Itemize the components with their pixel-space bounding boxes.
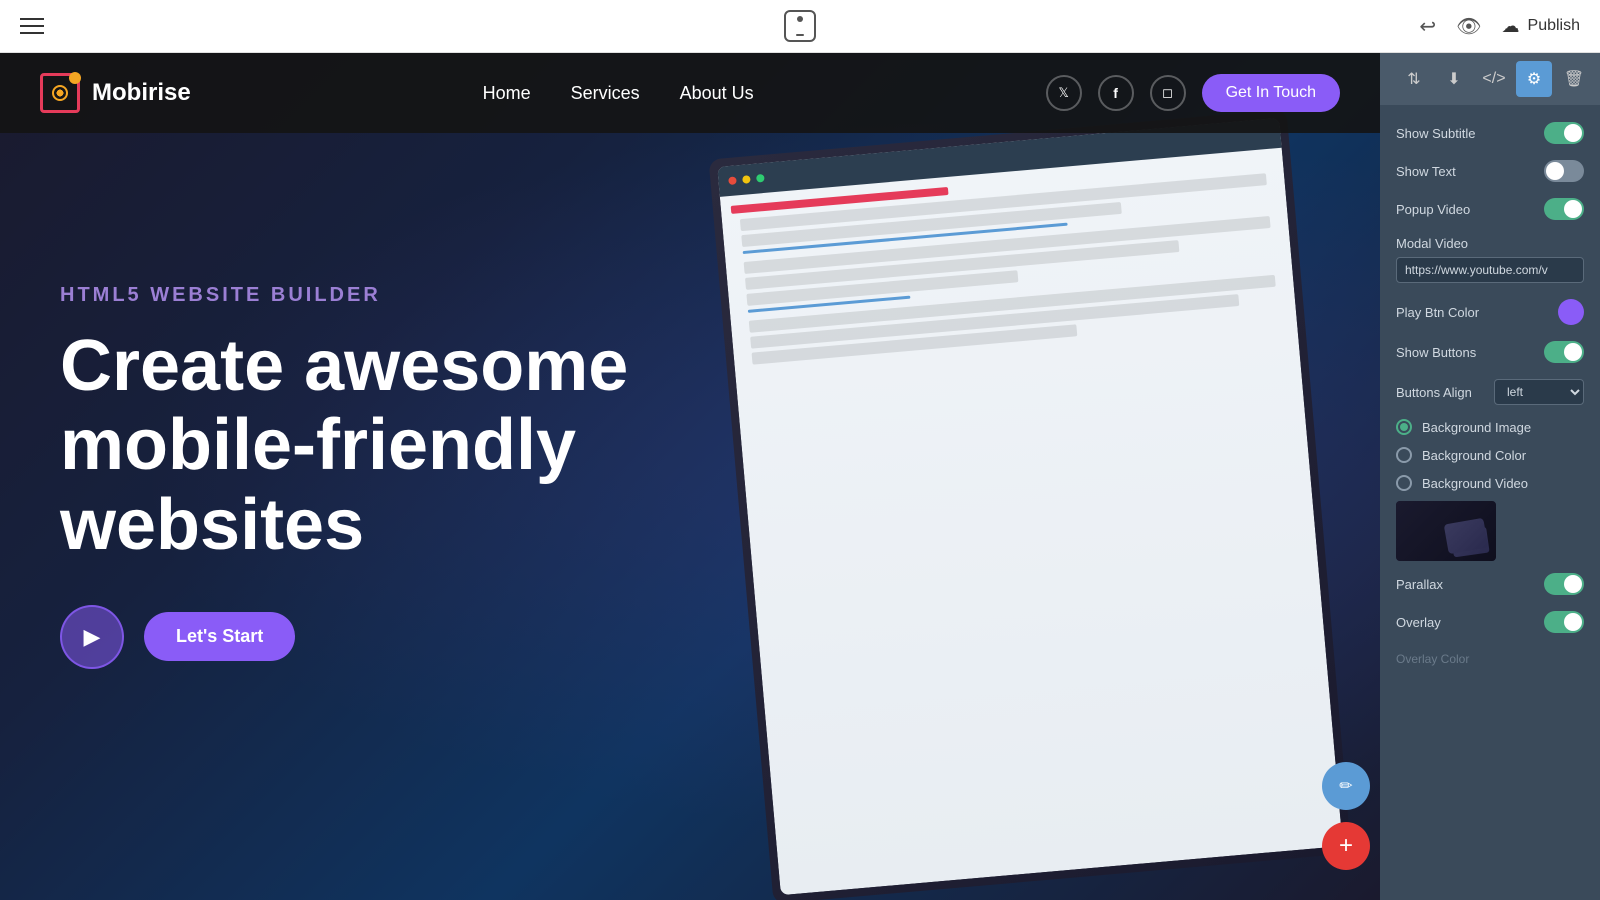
parallax-toggle[interactable] — [1544, 573, 1584, 595]
more-settings-row: Overlay Color — [1380, 641, 1600, 677]
background-color-label: Background Color — [1422, 448, 1526, 463]
modal-video-label: Modal Video — [1396, 236, 1468, 251]
top-toolbar: ↩ 👁 ☁ Publish — [0, 0, 1600, 53]
show-subtitle-row: Show Subtitle — [1380, 114, 1600, 152]
download-tool-button[interactable]: ⬇ — [1436, 61, 1472, 97]
show-text-toggle[interactable] — [1544, 160, 1584, 182]
toolbar-left — [20, 18, 44, 34]
nav-link-home[interactable]: Home — [483, 83, 531, 104]
show-subtitle-label: Show Subtitle — [1396, 126, 1476, 141]
show-text-label: Show Text — [1396, 164, 1456, 179]
screen-content — [717, 118, 1343, 895]
hero-title-line2: mobile-friendly websites — [60, 405, 576, 564]
site-nav: Mobirise Home Services About Us 𝕏 f ◻ Ge… — [0, 53, 1380, 133]
get-in-touch-button[interactable]: Get In Touch — [1202, 74, 1340, 112]
buttons-align-label: Buttons Align — [1396, 385, 1472, 400]
background-video-row: Background Video — [1380, 469, 1600, 497]
overlay-toggle[interactable] — [1544, 611, 1584, 633]
edit-fab-button[interactable]: ✏ — [1322, 762, 1370, 810]
toolbar-center — [784, 10, 816, 42]
play-button[interactable]: ▶ — [60, 605, 124, 669]
sort-tool-button[interactable]: ⇅ — [1396, 61, 1432, 97]
play-btn-color-swatch[interactable] — [1558, 299, 1584, 325]
play-btn-color-row: Play Btn Color — [1380, 291, 1600, 333]
settings-tool-button[interactable]: ⚙ — [1516, 61, 1552, 97]
overlay-label: Overlay — [1396, 615, 1441, 630]
hero-section: HTML5 WEBSITE BUILDER Create awesome mob… — [0, 53, 1380, 900]
nav-link-about[interactable]: About Us — [680, 83, 754, 104]
add-fab-button[interactable]: + — [1322, 822, 1370, 870]
background-color-row: Background Color — [1380, 441, 1600, 469]
parallax-row: Parallax — [1380, 565, 1600, 603]
hero-title-line1: Create awesome — [60, 326, 628, 406]
site-nav-links: Home Services About Us — [483, 83, 754, 104]
background-video-label: Background Video — [1422, 476, 1528, 491]
nav-link-services[interactable]: Services — [571, 83, 640, 104]
fab-container: ✏ + — [1322, 762, 1370, 870]
hero-buttons: ▶ Let's Start — [60, 605, 710, 669]
start-button[interactable]: Let's Start — [144, 612, 295, 661]
toolbar-right: ↩ 👁 ☁ Publish — [1419, 14, 1580, 39]
site-logo: Mobirise — [40, 73, 191, 113]
panel-scroll[interactable]: Show Subtitle Show Text Popup Video Moda… — [1380, 106, 1600, 900]
buttons-align-select[interactable]: left center right — [1494, 379, 1584, 405]
background-video-radio[interactable] — [1396, 475, 1412, 491]
instagram-icon[interactable]: ◻ — [1150, 75, 1186, 111]
background-image-row: Background Image — [1380, 413, 1600, 441]
overlay-row: Overlay — [1380, 603, 1600, 641]
laptop-visual — [709, 109, 1352, 900]
hero-content: HTML5 WEBSITE BUILDER Create awesome mob… — [60, 284, 710, 669]
show-buttons-label: Show Buttons — [1396, 345, 1476, 360]
show-buttons-toggle[interactable] — [1544, 341, 1584, 363]
undo-icon[interactable]: ↩ — [1419, 14, 1436, 39]
modal-video-input[interactable] — [1396, 257, 1584, 283]
publish-label: Publish — [1528, 17, 1580, 35]
hamburger-icon[interactable] — [20, 18, 44, 34]
logo-text: Mobirise — [92, 79, 191, 107]
phone-preview-icon[interactable] — [784, 10, 816, 42]
popup-video-toggle[interactable] — [1544, 198, 1584, 220]
code-tool-button[interactable]: </> — [1476, 61, 1512, 97]
preview-area: HTML5 WEBSITE BUILDER Create awesome mob… — [0, 53, 1380, 900]
background-image-radio[interactable] — [1396, 419, 1412, 435]
delete-tool-button[interactable]: 🗑 — [1556, 61, 1592, 97]
laptop-screen — [717, 118, 1343, 895]
logo-icon — [40, 73, 80, 113]
buttons-align-row: Buttons Align left center right — [1380, 371, 1600, 413]
hero-title: Create awesome mobile-friendly websites — [60, 327, 710, 565]
show-buttons-row: Show Buttons — [1380, 333, 1600, 371]
twitter-icon[interactable]: 𝕏 — [1046, 75, 1082, 111]
panel-toolbar: ⇅ ⬇ </> ⚙ 🗑 — [1380, 53, 1600, 106]
facebook-icon[interactable]: f — [1098, 75, 1134, 111]
publish-button[interactable]: ☁ Publish — [1502, 16, 1580, 37]
settings-panel: ⇅ ⬇ </> ⚙ 🗑 Show Subtitle Show Text Popu… — [1380, 53, 1600, 900]
hero-subtitle: HTML5 WEBSITE BUILDER — [60, 284, 710, 307]
show-subtitle-toggle[interactable] — [1544, 122, 1584, 144]
modal-video-row: Modal Video — [1380, 228, 1600, 291]
parallax-label: Parallax — [1396, 577, 1443, 592]
play-btn-color-label: Play Btn Color — [1396, 305, 1479, 320]
background-image-label: Background Image — [1422, 420, 1531, 435]
preview-icon[interactable]: 👁 — [1456, 14, 1481, 39]
background-color-radio[interactable] — [1396, 447, 1412, 463]
show-text-row: Show Text — [1380, 152, 1600, 190]
background-thumbnail[interactable] — [1396, 501, 1496, 561]
more-settings-label: Overlay Color — [1396, 652, 1469, 666]
popup-video-row: Popup Video — [1380, 190, 1600, 228]
nav-right: 𝕏 f ◻ Get In Touch — [1046, 74, 1340, 112]
popup-video-label: Popup Video — [1396, 202, 1470, 217]
